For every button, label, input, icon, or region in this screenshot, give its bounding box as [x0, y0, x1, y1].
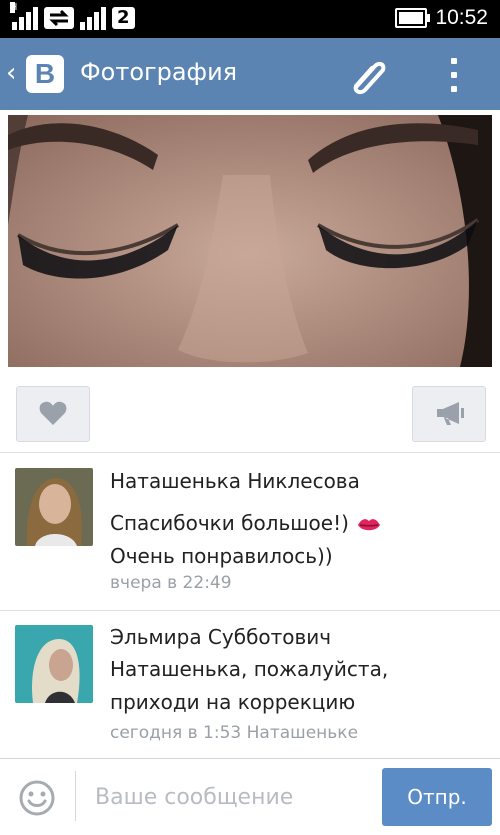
network-type: H	[10, 2, 18, 13]
kiss-lips-icon	[358, 518, 381, 530]
avatar[interactable]	[15, 468, 93, 546]
comment-text-line: Очень понравилось))	[110, 544, 333, 568]
photo-actions	[0, 380, 500, 450]
back-chevron-icon[interactable]: ‹	[6, 58, 16, 88]
more-menu-icon[interactable]	[448, 58, 460, 92]
composer-divider	[75, 771, 76, 821]
megaphone-icon	[437, 402, 464, 425]
heart-icon	[39, 401, 67, 425]
comment-item[interactable]: Эльмира Субботович Наташенька, пожалуйст…	[0, 611, 500, 757]
send-button[interactable]: Отпр.	[382, 768, 492, 826]
paperclip-icon[interactable]	[343, 56, 391, 96]
comment-text-line: приходи на коррекцию	[110, 690, 356, 714]
like-button[interactable]	[16, 386, 90, 442]
comment-time: вчера в 22:49	[110, 573, 232, 593]
battery-icon	[395, 8, 431, 28]
clock: 10:52	[435, 6, 488, 29]
comment-author[interactable]: Наташенька Никлесова	[110, 469, 360, 493]
comment-author[interactable]: Эльмира Субботович	[110, 625, 331, 649]
comment-text-line: Спасибочки большое!)	[110, 511, 349, 535]
message-input[interactable]	[95, 781, 365, 813]
data-sync-icon	[44, 7, 74, 29]
photo-image[interactable]	[8, 115, 492, 367]
signal-icon: H	[10, 2, 38, 30]
emoji-smile-icon[interactable]	[18, 779, 56, 817]
message-composer: Отпр.	[0, 758, 500, 835]
share-button[interactable]	[412, 386, 486, 442]
vk-logo[interactable]: B	[26, 55, 64, 93]
app-bar: ‹ B Фотография	[0, 38, 500, 110]
comment-text-line: Наташенька, пожалуйста,	[110, 657, 389, 681]
status-bar: H 2 10:52	[0, 0, 500, 38]
page-title: Фотография	[80, 58, 238, 86]
comment-item[interactable]: Наташенька Никлесова Спасибочки большое!…	[0, 453, 500, 609]
comment-time: сегодня в 1:53 Наташеньке	[110, 723, 359, 743]
signal-2-icon	[80, 6, 106, 30]
sim-number: 2	[112, 7, 135, 29]
avatar[interactable]	[15, 625, 93, 703]
